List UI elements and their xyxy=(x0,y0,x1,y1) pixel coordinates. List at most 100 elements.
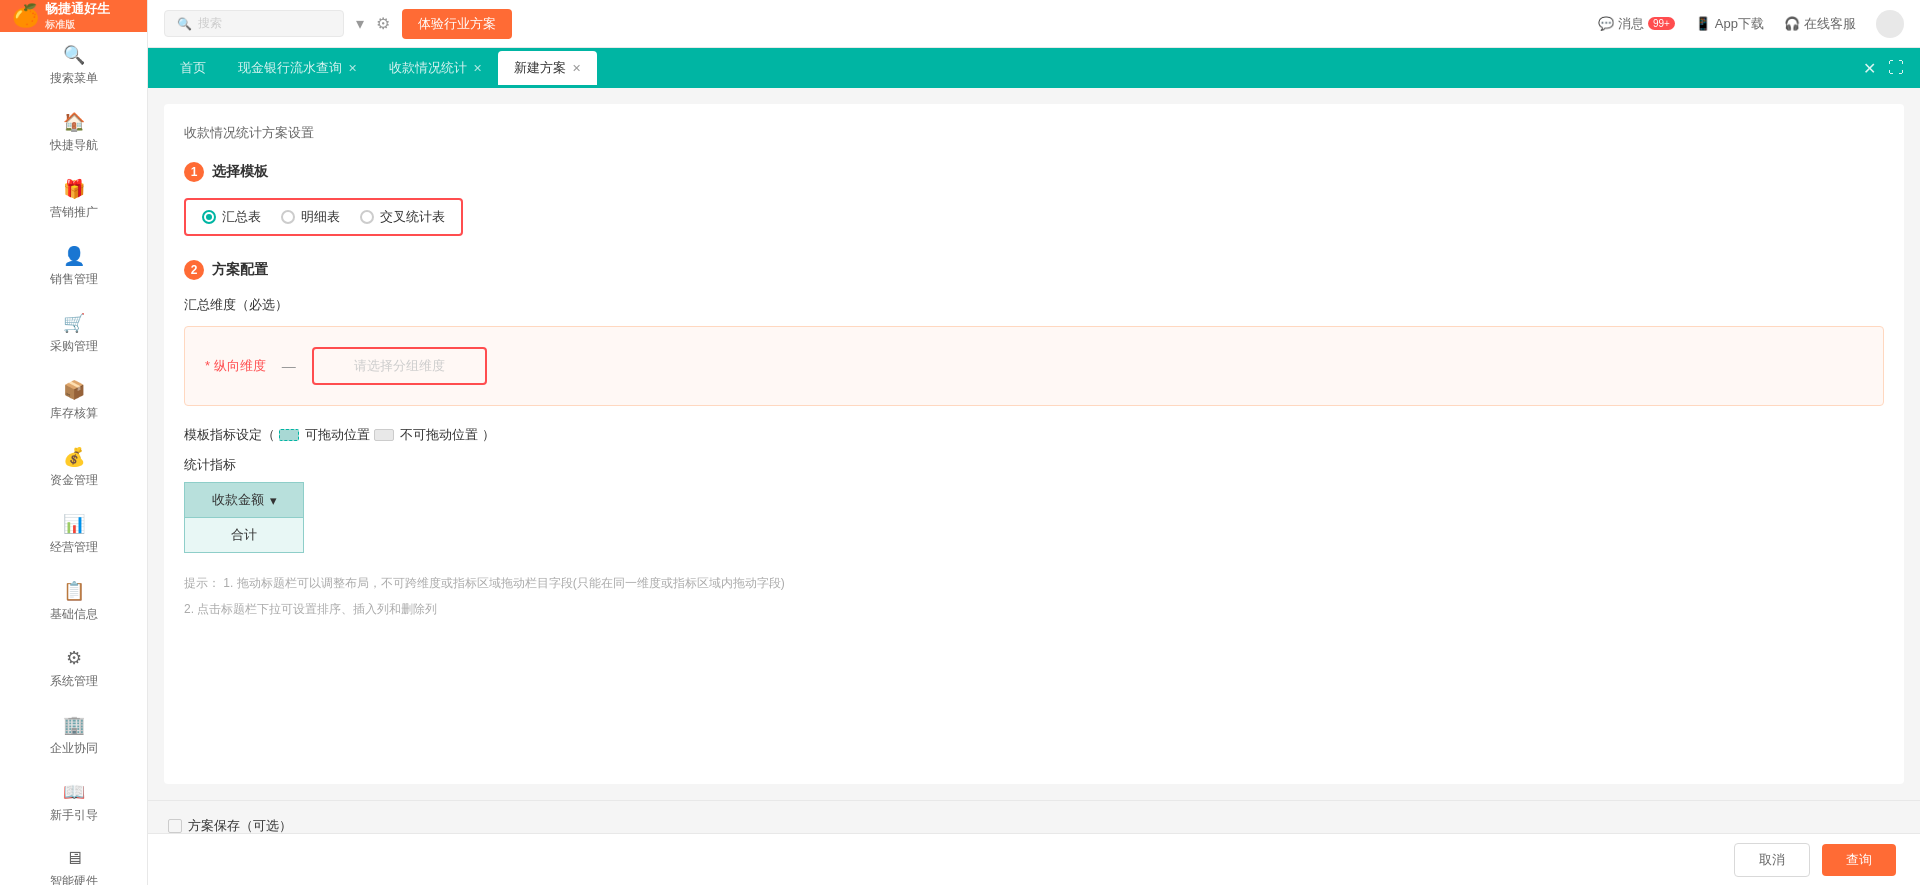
topbar: 🔍 搜索 ▾ ⚙ 体验行业方案 💬 消息 99+ 📱 App下载 🎧 在线客服 xyxy=(148,0,1920,48)
sidebar-logo: 🍊 畅捷通好生 标准版 xyxy=(0,0,147,32)
sidebar-item-label: 搜索菜单 xyxy=(50,70,98,87)
inventory-icon: 📦 xyxy=(63,379,85,401)
trial-btn[interactable]: 体验行业方案 xyxy=(402,9,512,39)
tabbar: 首页 现金银行流水查询 ✕ 收款情况统计 ✕ 新建方案 ✕ ✕ ⛶ xyxy=(148,48,1920,88)
legend-draggable: 可拖动位置 xyxy=(279,426,370,444)
metrics-col-amount: 收款金额 ▾ 合计 xyxy=(184,482,304,553)
topbar-search[interactable]: 🔍 搜索 xyxy=(164,10,344,37)
sidebar-item-finance[interactable]: 💰 资金管理 xyxy=(0,434,147,501)
sidebar-item-basic-info[interactable]: 📋 基础信息 xyxy=(0,568,147,635)
save-plan-label: 方案保存（可选） xyxy=(188,817,292,833)
sidebar-item-inventory[interactable]: 📦 库存核算 xyxy=(0,367,147,434)
system-icon: ⚙ xyxy=(66,647,82,669)
tab-home[interactable]: 首页 xyxy=(164,51,222,85)
tabbar-expand-icon[interactable]: ⛶ xyxy=(1888,59,1904,78)
radio-crosstab[interactable]: 交叉统计表 xyxy=(360,208,445,226)
legend-non-draggable-label: 不可拖动位置 xyxy=(400,426,478,444)
purchase-icon: 🛒 xyxy=(63,312,85,334)
tabbar-actions: ✕ ⛶ xyxy=(1863,59,1904,78)
tab-cashflow[interactable]: 现金银行流水查询 ✕ xyxy=(222,51,373,85)
sidebar-item-label: 销售管理 xyxy=(50,271,98,288)
finance-icon: 💰 xyxy=(63,446,85,468)
user-avatar[interactable] xyxy=(1876,10,1904,38)
tab-home-label: 首页 xyxy=(180,59,206,77)
sidebar-item-search-menu[interactable]: 🔍 搜索菜单 xyxy=(0,32,147,99)
tab-new-plan-close[interactable]: ✕ xyxy=(572,62,581,75)
online-service-label: 在线客服 xyxy=(1804,15,1856,33)
section2-header: 2 方案配置 xyxy=(184,260,1884,280)
new-guide-icon: 📖 xyxy=(63,781,85,803)
sidebar-item-label: 经营管理 xyxy=(50,539,98,556)
radio-summary-label: 汇总表 xyxy=(222,208,261,226)
sidebar-item-marketing[interactable]: 🎁 营销推广 xyxy=(0,166,147,233)
radio-detail[interactable]: 明细表 xyxy=(281,208,340,226)
sidebar-item-operations[interactable]: 📊 经营管理 xyxy=(0,501,147,568)
page-header: 收款情况统计方案设置 xyxy=(184,124,1884,142)
radio-summary-circle[interactable] xyxy=(202,210,216,224)
save-plan-checkbox[interactable] xyxy=(168,819,182,833)
metrics-title-text: 模板指标设定（ xyxy=(184,426,275,444)
topbar-gear-icon[interactable]: ⚙ xyxy=(376,14,390,33)
sidebar-item-label: 企业协同 xyxy=(50,740,98,757)
tab-receivable-label: 收款情况统计 xyxy=(389,59,467,77)
quick-nav-icon: 🏠 xyxy=(63,111,85,133)
tab-cashflow-close[interactable]: ✕ xyxy=(348,62,357,75)
sidebar-item-system[interactable]: ⚙ 系统管理 xyxy=(0,635,147,702)
section2-num: 2 xyxy=(184,260,204,280)
sidebar-item-label: 采购管理 xyxy=(50,338,98,355)
metrics-header-amount-label: 收款金额 xyxy=(212,491,264,509)
template-selection-box: 汇总表 明细表 交叉统计表 xyxy=(184,198,463,236)
tabbar-close-icon[interactable]: ✕ xyxy=(1863,59,1876,78)
message-badge: 99+ xyxy=(1648,17,1675,30)
metrics-header-amount[interactable]: 收款金额 ▾ xyxy=(184,482,304,518)
query-button[interactable]: 查询 xyxy=(1822,844,1896,876)
sidebar-item-new-guide[interactable]: 📖 新手引导 xyxy=(0,769,147,836)
tab-new-plan-label: 新建方案 xyxy=(514,59,566,77)
sidebar-item-label: 新手引导 xyxy=(50,807,98,824)
tab-new-plan[interactable]: 新建方案 ✕ xyxy=(498,51,597,85)
dimension-arrow-icon: — xyxy=(282,358,296,374)
legend-draggable-label: 可拖动位置 xyxy=(305,426,370,444)
tab-receivable[interactable]: 收款情况统计 ✕ xyxy=(373,51,498,85)
metrics-section: 模板指标设定（ 可拖动位置 不可拖动位置 ） 统计指标 xyxy=(184,426,1884,553)
vertical-label: * 纵向维度 xyxy=(205,357,266,375)
metrics-grid: 收款金额 ▾ 合计 xyxy=(184,482,1884,553)
radio-detail-circle[interactable] xyxy=(281,210,295,224)
logo-icon: 🍊 xyxy=(12,3,39,29)
tips-section: 提示： 1. 拖动标题栏可以调整布局，不可跨维度或指标区域拖动栏目字段(只能在同… xyxy=(184,573,1884,620)
topbar-right: 💬 消息 99+ 📱 App下载 🎧 在线客服 xyxy=(1598,10,1904,38)
online-service-item[interactable]: 🎧 在线客服 xyxy=(1784,15,1856,33)
message-item[interactable]: 💬 消息 99+ xyxy=(1598,15,1675,33)
page-footer: 方案保存（可选） xyxy=(148,800,1920,833)
radio-detail-label: 明细表 xyxy=(301,208,340,226)
sidebar-item-sales[interactable]: 👤 销售管理 xyxy=(0,233,147,300)
page-inner: 收款情况统计方案设置 1 选择模板 汇总表 明细表 xyxy=(164,104,1904,784)
metrics-title-end: ） xyxy=(482,426,495,444)
section1-title: 选择模板 xyxy=(212,163,268,181)
radio-summary[interactable]: 汇总表 xyxy=(202,208,261,226)
metrics-data-total: 合计 xyxy=(184,518,304,553)
radio-crosstab-circle[interactable] xyxy=(360,210,374,224)
radio-crosstab-label: 交叉统计表 xyxy=(380,208,445,226)
sidebar-item-label: 库存核算 xyxy=(50,405,98,422)
legend-draggable-box xyxy=(279,429,299,441)
sidebar-item-enterprise-collab[interactable]: 🏢 企业协同 xyxy=(0,702,147,769)
sidebar-item-quick-nav[interactable]: 🏠 快捷导航 xyxy=(0,99,147,166)
app-download-item[interactable]: 📱 App下载 xyxy=(1695,15,1764,33)
topbar-dropdown-icon[interactable]: ▾ xyxy=(356,14,364,33)
tab-receivable-close[interactable]: ✕ xyxy=(473,62,482,75)
app-icon: 📱 xyxy=(1695,16,1711,31)
cancel-button[interactable]: 取消 xyxy=(1734,843,1810,877)
marketing-icon: 🎁 xyxy=(63,178,85,200)
save-plan-checkbox-item[interactable]: 方案保存（可选） xyxy=(168,817,292,833)
metrics-legend-row: 模板指标设定（ 可拖动位置 不可拖动位置 ） xyxy=(184,426,1884,444)
dimension-title: 汇总维度（必选） xyxy=(184,296,1884,314)
metrics-dropdown-icon[interactable]: ▾ xyxy=(270,493,277,508)
section2-title: 方案配置 xyxy=(212,261,268,279)
dimension-select[interactable]: 请选择分组维度 xyxy=(312,347,487,385)
logo-name: 畅捷通好生 xyxy=(45,0,110,18)
main-area: 🔍 搜索 ▾ ⚙ 体验行业方案 💬 消息 99+ 📱 App下载 🎧 在线客服 xyxy=(148,0,1920,885)
sidebar-item-smart-hw[interactable]: 🖥 智能硬件 xyxy=(0,836,147,885)
sidebar-item-purchase[interactable]: 🛒 采购管理 xyxy=(0,300,147,367)
section-config: 2 方案配置 汇总维度（必选） * 纵向维度 — 请选择分组维度 xyxy=(184,260,1884,620)
